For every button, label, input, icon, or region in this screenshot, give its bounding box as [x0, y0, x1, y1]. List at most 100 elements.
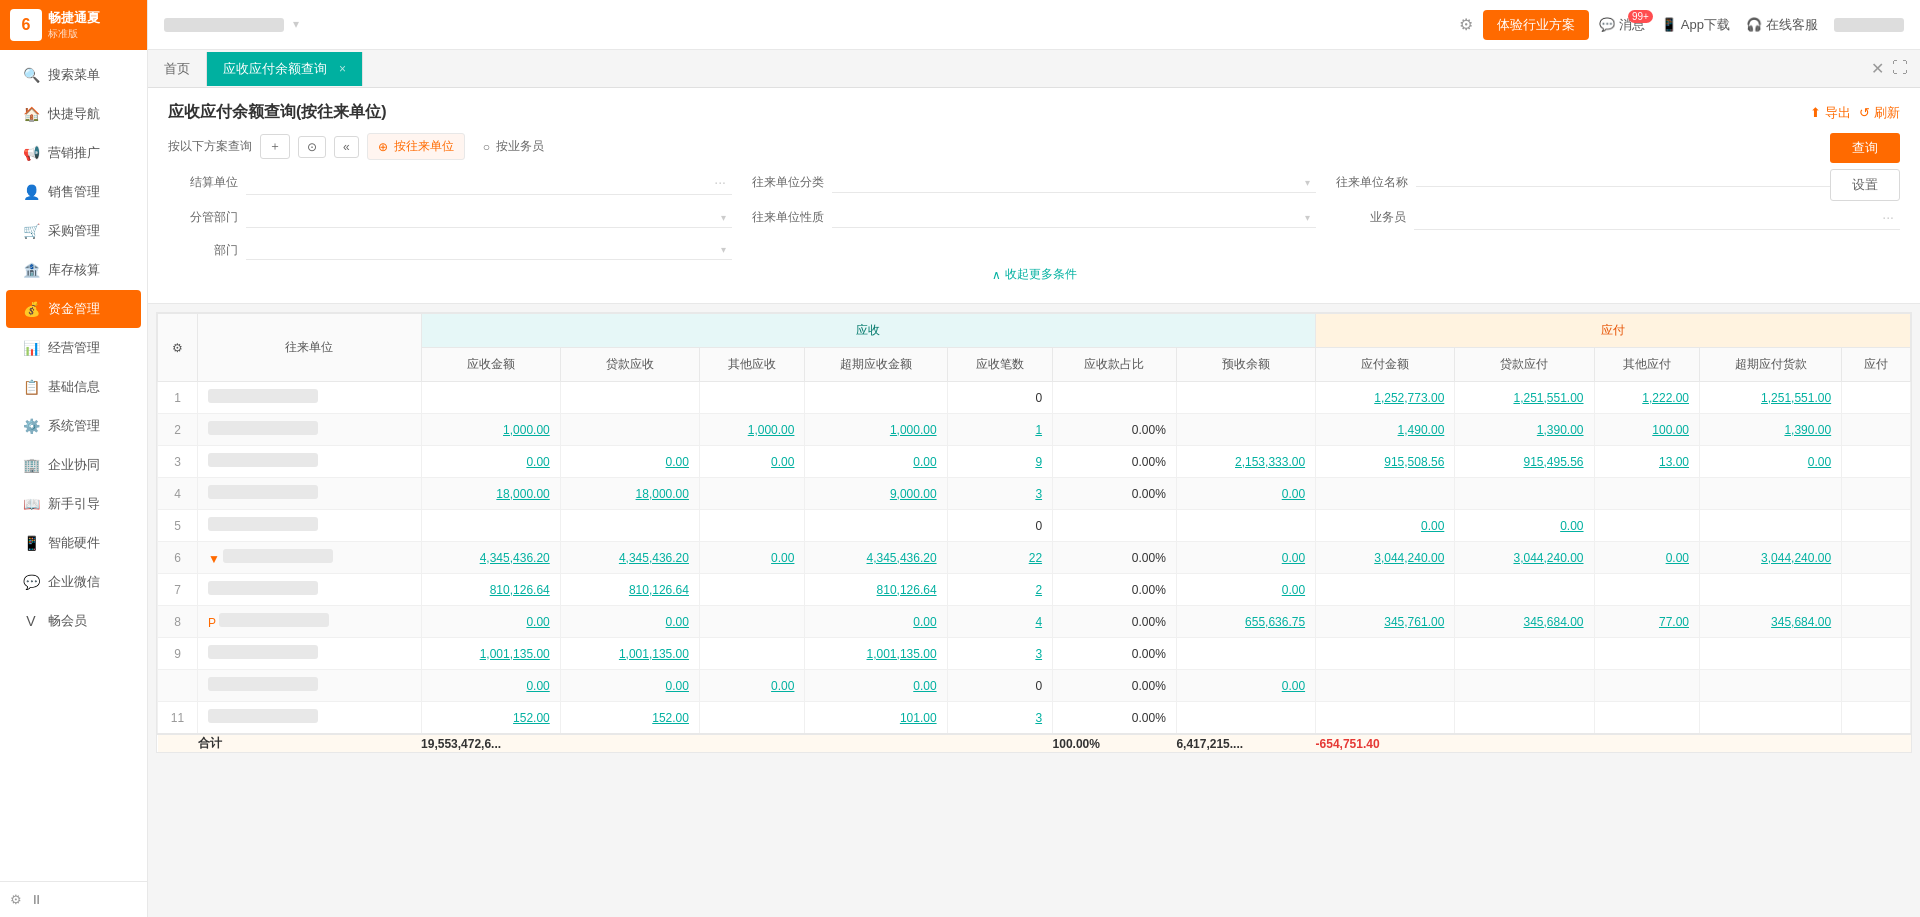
data-cell[interactable]: 1,252,773.00: [1316, 382, 1455, 414]
data-cell[interactable]: 0.00: [699, 670, 804, 702]
data-cell[interactable]: 3: [947, 478, 1052, 510]
sidebar-item-operations[interactable]: 📊 经营管理: [6, 329, 141, 367]
online-service-btn[interactable]: 🎧 在线客服: [1746, 16, 1818, 34]
sidebar-item-inventory[interactable]: 🏦 库存核算: [6, 251, 141, 289]
data-cell[interactable]: 1,490.00: [1316, 414, 1455, 446]
data-cell[interactable]: 0.00: [805, 606, 947, 638]
data-cell[interactable]: 915,495.56: [1455, 446, 1594, 478]
data-cell[interactable]: 18,000.00: [421, 478, 560, 510]
counterpart-name-input[interactable]: [1416, 178, 1900, 187]
data-cell[interactable]: 1,001,135.00: [421, 638, 560, 670]
counterpart-nature-input[interactable]: ▾: [832, 208, 1316, 228]
data-cell[interactable]: 100.00: [1594, 414, 1699, 446]
data-cell[interactable]: 0.00: [421, 446, 560, 478]
data-cell[interactable]: 0.00: [560, 670, 699, 702]
total-recv-amount[interactable]: 19,553,472,6...: [421, 734, 560, 752]
sidebar-item-corp-collab[interactable]: 🏢 企业协同: [6, 446, 141, 484]
filter-settings-btn[interactable]: ⊙: [298, 136, 326, 158]
export-button[interactable]: ⬆ 导出: [1810, 104, 1851, 122]
data-cell[interactable]: 0.00: [1594, 542, 1699, 574]
data-cell[interactable]: 810,126.64: [421, 574, 560, 606]
data-cell[interactable]: 0.00: [560, 446, 699, 478]
data-cell[interactable]: 1,000.00: [699, 414, 804, 446]
settings-gear-icon[interactable]: ⚙: [1459, 15, 1473, 34]
collapse-btn[interactable]: ∧ 收起更多条件: [168, 260, 1900, 289]
sidebar-item-corp-wechat[interactable]: 💬 企业微信: [6, 563, 141, 601]
data-cell[interactable]: 810,126.64: [560, 574, 699, 606]
data-cell[interactable]: 18,000.00: [560, 478, 699, 510]
footer-settings-btn[interactable]: ⚙: [10, 892, 22, 907]
data-cell[interactable]: 0.00: [1316, 510, 1455, 542]
data-cell[interactable]: 0.00: [1700, 446, 1842, 478]
data-cell[interactable]: 152.00: [421, 702, 560, 735]
query-button[interactable]: 查询: [1830, 133, 1900, 163]
table-settings-icon[interactable]: ⚙: [172, 341, 183, 355]
data-cell[interactable]: 1,001,135.00: [560, 638, 699, 670]
data-cell[interactable]: 1,001,135.00: [805, 638, 947, 670]
data-cell[interactable]: 2: [947, 574, 1052, 606]
dept-manager-input[interactable]: ▾: [246, 208, 732, 228]
tab-expand-icon[interactable]: ⛶: [1892, 59, 1908, 78]
filter-collapse-scheme-btn[interactable]: «: [334, 136, 359, 158]
data-cell[interactable]: 3,044,240.00: [1455, 542, 1594, 574]
data-cell[interactable]: 0.00: [1176, 670, 1315, 702]
data-cell[interactable]: 0.00: [1176, 574, 1315, 606]
settings-button[interactable]: 设置: [1830, 169, 1900, 201]
sidebar-item-search-menu[interactable]: 🔍 搜索菜单: [6, 56, 141, 94]
refresh-button[interactable]: ↺ 刷新: [1859, 104, 1900, 122]
data-cell[interactable]: 3: [947, 638, 1052, 670]
salesman-input[interactable]: ···: [1414, 205, 1900, 230]
data-cell[interactable]: 1,251,551.00: [1700, 382, 1842, 414]
filter-add-btn[interactable]: ＋: [260, 134, 290, 159]
data-cell[interactable]: 3,044,240.00: [1700, 542, 1842, 574]
data-cell[interactable]: 9,000.00: [805, 478, 947, 510]
sidebar-item-beginner[interactable]: 📖 新手引导: [6, 485, 141, 523]
data-cell[interactable]: 345,684.00: [1700, 606, 1842, 638]
sidebar-item-sys-mgmt[interactable]: ⚙️ 系统管理: [6, 407, 141, 445]
data-cell[interactable]: 101.00: [805, 702, 947, 735]
tab-home[interactable]: 首页: [148, 52, 207, 86]
data-cell[interactable]: 345,761.00: [1316, 606, 1455, 638]
tab-close-window-icon[interactable]: ✕: [1871, 59, 1884, 78]
data-cell[interactable]: 1,000.00: [421, 414, 560, 446]
data-cell[interactable]: 0.00: [1455, 510, 1594, 542]
data-cell[interactable]: 0.00: [560, 606, 699, 638]
data-cell[interactable]: 0.00: [1176, 542, 1315, 574]
data-cell[interactable]: 4,345,436.20: [560, 542, 699, 574]
data-cell[interactable]: 0.00: [421, 670, 560, 702]
app-download-btn[interactable]: 📱 App下载: [1661, 16, 1730, 34]
data-cell[interactable]: 9: [947, 446, 1052, 478]
data-cell[interactable]: 0.00: [1176, 478, 1315, 510]
tab-current[interactable]: 应收应付余额查询 ×: [207, 52, 363, 86]
data-cell[interactable]: 0.00: [805, 670, 947, 702]
data-cell[interactable]: 4: [947, 606, 1052, 638]
settlement-unit-input[interactable]: ···: [246, 170, 732, 195]
data-cell[interactable]: 4,345,436.20: [421, 542, 560, 574]
data-cell[interactable]: 2,153,333.00: [1176, 446, 1315, 478]
data-cell[interactable]: 3: [947, 702, 1052, 735]
data-cell[interactable]: 1,390.00: [1700, 414, 1842, 446]
data-cell[interactable]: 345,684.00: [1455, 606, 1594, 638]
scheme-by-unit[interactable]: ⊕ 按往来单位: [367, 133, 465, 160]
data-cell[interactable]: 1: [947, 414, 1052, 446]
data-cell[interactable]: 22: [947, 542, 1052, 574]
data-cell[interactable]: 77.00: [1594, 606, 1699, 638]
data-cell[interactable]: 1,000.00: [805, 414, 947, 446]
data-cell[interactable]: 810,126.64: [805, 574, 947, 606]
data-cell[interactable]: 0.00: [421, 606, 560, 638]
sidebar-item-purchase[interactable]: 🛒 采购管理: [6, 212, 141, 250]
user-info[interactable]: [1834, 17, 1904, 33]
data-cell[interactable]: 152.00: [560, 702, 699, 735]
data-cell[interactable]: 3,044,240.00: [1316, 542, 1455, 574]
data-cell[interactable]: 0.00: [699, 542, 804, 574]
data-cell[interactable]: 4,345,436.20: [805, 542, 947, 574]
scheme-by-salesman[interactable]: ○ 按业务员: [473, 134, 554, 159]
sidebar-item-vip[interactable]: V 畅会员: [6, 602, 141, 640]
data-cell[interactable]: 915,508.56: [1316, 446, 1455, 478]
data-cell[interactable]: 655,636.75: [1176, 606, 1315, 638]
message-btn[interactable]: 💬 消息 99+: [1599, 16, 1645, 34]
data-cell[interactable]: 1,390.00: [1455, 414, 1594, 446]
counterpart-category-input[interactable]: ▾: [832, 173, 1316, 193]
footer-collapse-btn[interactable]: ⏸: [30, 892, 43, 907]
sidebar-item-marketing[interactable]: 📢 营销推广: [6, 134, 141, 172]
